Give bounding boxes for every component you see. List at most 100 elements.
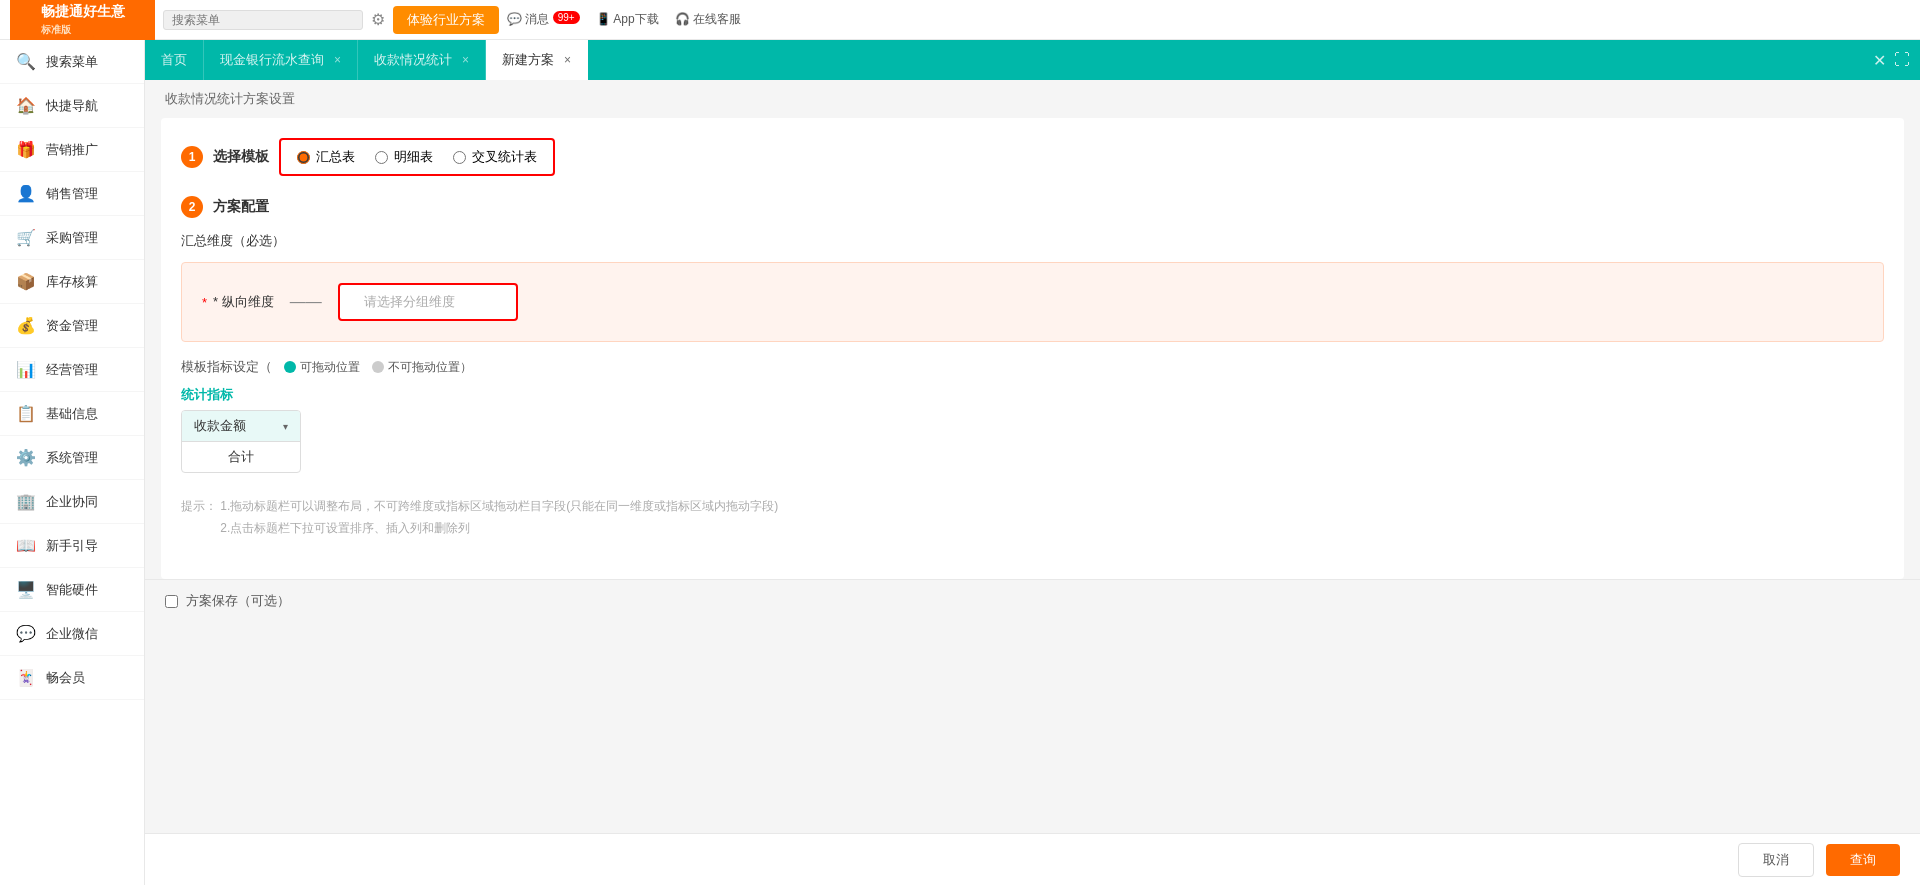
immovable-pill <box>372 361 384 373</box>
sidebar-label-guide: 新手引导 <box>46 537 98 555</box>
cancel-button[interactable]: 取消 <box>1738 843 1814 877</box>
close-bank-tab-icon[interactable]: × <box>334 53 341 67</box>
sidebar-item-sales[interactable]: 👤 销售管理 <box>0 172 144 216</box>
page-content: 收款情况统计方案设置 1 选择模板 汇总表 <box>145 80 1920 833</box>
sidebar-label-inventory: 库存核算 <box>46 273 98 291</box>
monitor-icon: 🖥️ <box>16 580 36 599</box>
tab-stats-label: 收款情况统计 <box>374 51 452 69</box>
sidebar-item-marketing[interactable]: 🎁 营销推广 <box>0 128 144 172</box>
step2-section: 2 方案配置 汇总维度（必选） * * 纵向维度 —— <box>181 196 1884 539</box>
sidebar-label-search: 搜索菜单 <box>46 53 98 71</box>
sidebar-label-finance: 资金管理 <box>46 317 98 335</box>
radio-detail-label: 明细表 <box>394 148 433 166</box>
radio-cross-input[interactable] <box>453 151 466 164</box>
stats-table-header[interactable]: 收款金额 ▾ <box>182 411 300 442</box>
chart-icon: 📊 <box>16 360 36 379</box>
stats-label: 统计指标 <box>181 386 1884 404</box>
user-icon: 👤 <box>16 184 36 203</box>
radio-summary[interactable]: 汇总表 <box>297 148 355 166</box>
save-label: 方案保存（可选） <box>186 592 290 610</box>
step1-section: 1 选择模板 汇总表 明细表 <box>181 138 1884 176</box>
msg-badge: 99+ <box>553 11 580 24</box>
save-checkbox[interactable] <box>165 595 178 608</box>
tab-home[interactable]: 首页 <box>145 40 204 80</box>
close-stats-tab-icon[interactable]: × <box>462 53 469 67</box>
step2-header: 2 方案配置 <box>181 196 1884 218</box>
download-link[interactable]: 📱 App下载 <box>596 11 659 28</box>
sidebar-label-operations: 经营管理 <box>46 361 98 379</box>
sidebar-item-nav[interactable]: 🏠 快捷导航 <box>0 84 144 128</box>
service-link[interactable]: 🎧 在线客服 <box>675 11 741 28</box>
sidebar-label-sales: 销售管理 <box>46 185 98 203</box>
home-icon: 🏠 <box>16 96 36 115</box>
wechat-icon: 💬 <box>16 624 36 643</box>
tab-bar: 首页 现金银行流水查询 × 收款情况统计 × 新建方案 × ✕ ⛶ <box>145 40 1920 80</box>
close-tab-button[interactable]: ✕ <box>1873 51 1886 70</box>
content-area: 首页 现金银行流水查询 × 收款情况统计 × 新建方案 × ✕ ⛶ <box>145 40 1920 885</box>
stats-table: 收款金额 ▾ 合计 <box>181 410 301 473</box>
sidebar-label-system: 系统管理 <box>46 449 98 467</box>
logo-text: 畅捷通好生意 <box>41 3 125 21</box>
close-new-tab-icon[interactable]: × <box>564 53 571 67</box>
tab-new-label: 新建方案 <box>502 51 554 69</box>
money-icon: 💰 <box>16 316 36 335</box>
building-icon: 🏢 <box>16 492 36 511</box>
tab-new[interactable]: 新建方案 × <box>486 40 588 80</box>
form-card: 1 选择模板 汇总表 明细表 <box>161 118 1904 579</box>
movable-badge: 可拖动位置 <box>284 359 360 376</box>
tab-bank[interactable]: 现金银行流水查询 × <box>204 40 358 80</box>
dim-select-box[interactable]: 请选择分组维度 <box>338 283 518 321</box>
sidebar-item-guide[interactable]: 📖 新手引导 <box>0 524 144 568</box>
maximize-button[interactable]: ⛶ <box>1894 51 1910 69</box>
sidebar-item-basic[interactable]: 📋 基础信息 <box>0 392 144 436</box>
sidebar-label-basic: 基础信息 <box>46 405 98 423</box>
sidebar-item-system[interactable]: ⚙️ 系统管理 <box>0 436 144 480</box>
chevron-down-icon: ▾ <box>283 421 288 432</box>
sidebar-item-finance[interactable]: 💰 资金管理 <box>0 304 144 348</box>
tips-section: 提示： 1.拖动标题栏可以调整布局，不可跨维度或指标区域拖动栏目字段(只能在同一… <box>181 496 1884 539</box>
dim-row-label: * * 纵向维度 <box>202 293 274 311</box>
sidebar-item-member[interactable]: 🃏 畅会员 <box>0 656 144 700</box>
sidebar-item-hardware[interactable]: 🖥️ 智能硬件 <box>0 568 144 612</box>
message-icon[interactable]: 💬 消息 99+ <box>507 11 580 28</box>
msg-label: 消息 <box>525 12 549 26</box>
clipboard-icon: 📋 <box>16 404 36 423</box>
footer-bar: 方案保存（可选） <box>145 579 1920 622</box>
query-button[interactable]: 查询 <box>1826 844 1900 876</box>
step1-badge: 1 <box>181 146 203 168</box>
sidebar-label-purchase: 采购管理 <box>46 229 98 247</box>
search-icon: 🔍 <box>16 52 36 71</box>
dimension-row: * * 纵向维度 —— 请选择分组维度 <box>202 283 1863 321</box>
radio-cross[interactable]: 交叉统计表 <box>453 148 537 166</box>
sidebar-item-inventory[interactable]: 📦 库存核算 <box>0 260 144 304</box>
trial-button[interactable]: 体验行业方案 <box>393 6 499 34</box>
main-layout: 🔍 搜索菜单 🏠 快捷导航 🎁 营销推广 👤 销售管理 🛒 采购管理 📦 库存核… <box>0 40 1920 885</box>
immovable-label: 不可拖动位置） <box>388 359 472 376</box>
sidebar-item-purchase[interactable]: 🛒 采购管理 <box>0 216 144 260</box>
movable-label: 可拖动位置 <box>300 359 360 376</box>
settings-icon: ⚙️ <box>16 448 36 467</box>
step1-title: 选择模板 <box>213 148 269 166</box>
tab-controls: ✕ ⛶ <box>1863 40 1920 80</box>
sidebar-item-operations[interactable]: 📊 经营管理 <box>0 348 144 392</box>
book-icon: 📖 <box>16 536 36 555</box>
radio-detail[interactable]: 明细表 <box>375 148 433 166</box>
tab-bank-label: 现金银行流水查询 <box>220 51 324 69</box>
radio-summary-input[interactable] <box>297 151 310 164</box>
search-input[interactable] <box>163 10 363 30</box>
tab-stats[interactable]: 收款情况统计 × <box>358 40 486 80</box>
box-icon: 📦 <box>16 272 36 291</box>
sidebar-item-corp[interactable]: 🏢 企业协同 <box>0 480 144 524</box>
cart-icon: 🛒 <box>16 228 36 247</box>
sidebar-item-wechat[interactable]: 💬 企业微信 <box>0 612 144 656</box>
dimension-config: 汇总维度（必选） * * 纵向维度 —— 请选择分组维度 <box>181 232 1884 342</box>
dimension-title: 汇总维度（必选） <box>181 232 1884 250</box>
page-title: 收款情况统计方案设置 <box>165 91 295 106</box>
sidebar-label-corp: 企业协同 <box>46 493 98 511</box>
radio-detail-input[interactable] <box>375 151 388 164</box>
stats-table-cell: 合计 <box>182 442 300 472</box>
gift-icon: 🎁 <box>16 140 36 159</box>
logo: 畅捷通好生意 标准版 <box>10 0 155 40</box>
gear-icon[interactable]: ⚙ <box>371 10 385 29</box>
sidebar-item-search[interactable]: 🔍 搜索菜单 <box>0 40 144 84</box>
